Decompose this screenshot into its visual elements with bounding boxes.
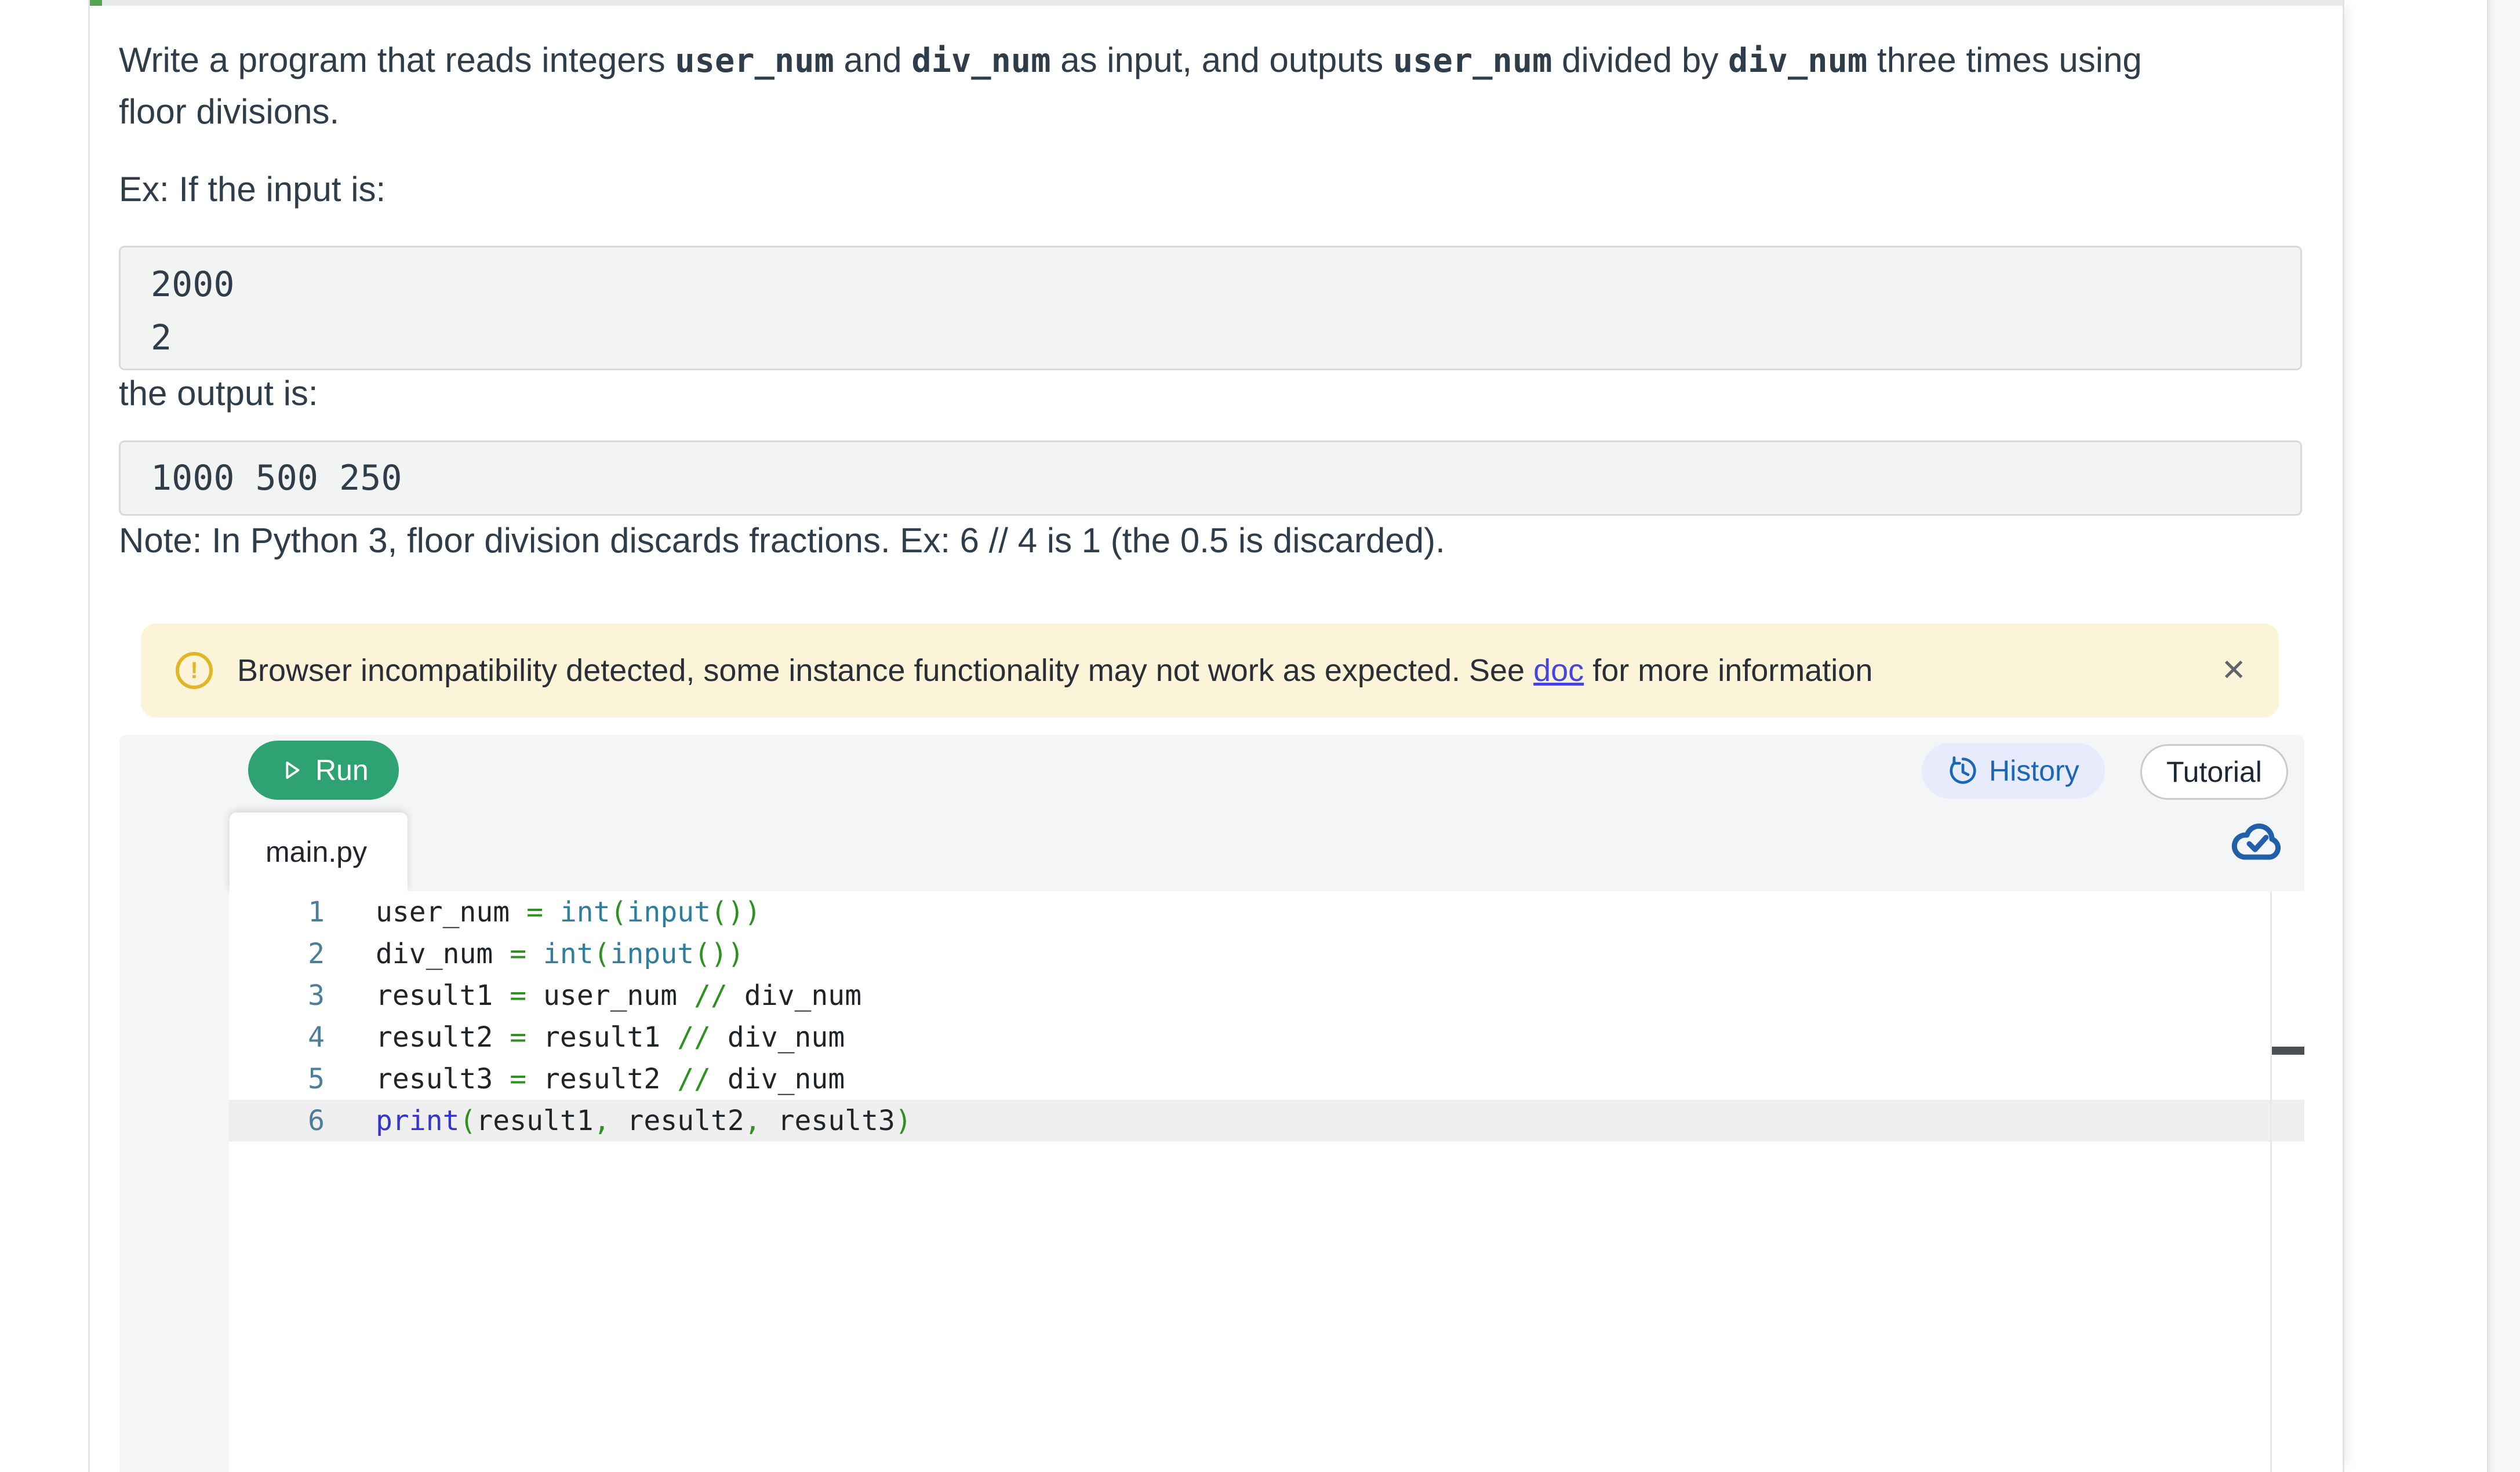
problem-statement: Write a program that reads integers user…: [119, 41, 2142, 131]
history-label: History: [1989, 755, 2079, 787]
scroll-marker[interactable]: [2272, 1047, 2304, 1055]
doc-link[interactable]: doc: [1533, 653, 1584, 688]
history-icon: [1947, 755, 1979, 786]
code-lines: 1 user_num = int(input()) 2 div_num = int(i…: [229, 891, 2304, 1142]
editor-scrollbar[interactable]: [2270, 891, 2304, 1472]
code-line-5[interactable]: 5 result3 = result2 // div_num: [229, 1058, 2304, 1100]
code-line-6[interactable]: 6 print(result1, result2, result3): [229, 1100, 2304, 1142]
line-number: 1: [308, 896, 325, 928]
run-button[interactable]: Run: [248, 741, 399, 800]
code-editor[interactable]: 1 user_num = int(input()) 2 div_num = int(i…: [229, 891, 2304, 1472]
code-line-2[interactable]: 2 div_num = int(input()): [229, 933, 2304, 975]
cloud-saved-icon: [2228, 816, 2286, 865]
warning-icon: !: [176, 652, 213, 689]
example-output-label: the output is:: [119, 374, 318, 413]
warning-text: Browser incompatibility detected, some i…: [237, 653, 1872, 688]
page: { "problem": { "statement_lines": [ [ ["…: [0, 0, 2520, 1472]
tutorial-label: Tutorial: [2166, 756, 2262, 788]
example-input-box: 2000 2: [119, 246, 2302, 370]
page-scrollbar[interactable]: [2487, 0, 2520, 1472]
example-input-label: Ex: If the input is:: [119, 170, 386, 209]
code-line-4[interactable]: 4 result2 = result1 // div_num: [229, 1016, 2304, 1058]
activity-complete-marker: [90, 0, 102, 6]
line-number: 3: [308, 979, 325, 1012]
section-divider: [102, 0, 2343, 6]
content-panel: Write a program that reads integers user…: [88, 0, 2344, 1472]
code-line-1[interactable]: 1 user_num = int(input()): [229, 891, 2304, 933]
tutorial-button[interactable]: Tutorial: [2140, 744, 2288, 800]
run-label: Run: [315, 754, 369, 786]
example-output-box: 1000 500 250: [119, 440, 2302, 516]
editor-toolbar: Run History Tutorial main.py: [119, 735, 2304, 891]
tab-label: main.py: [266, 836, 368, 868]
line-number: 4: [308, 1021, 325, 1054]
warning-text-before: Browser incompatibility detected, some i…: [237, 653, 1534, 688]
line-number: 5: [308, 1063, 325, 1095]
close-icon[interactable]: ✕: [2221, 655, 2246, 686]
note-text: Note: In Python 3, floor division discar…: [119, 521, 1445, 560]
history-button[interactable]: History: [1922, 743, 2105, 799]
tab-main-py[interactable]: main.py: [230, 812, 408, 891]
browser-warning-banner: ! Browser incompatibility detected, some…: [141, 624, 2279, 717]
line-number: 6: [308, 1105, 325, 1137]
line-number: 2: [308, 938, 325, 970]
play-icon: [278, 757, 305, 784]
warning-text-after: for more information: [1584, 653, 1873, 688]
code-widget: Run History Tutorial main.py 1 user_num …: [119, 735, 2304, 1472]
code-line-3[interactable]: 3 result1 = user_num // div_num: [229, 975, 2304, 1016]
